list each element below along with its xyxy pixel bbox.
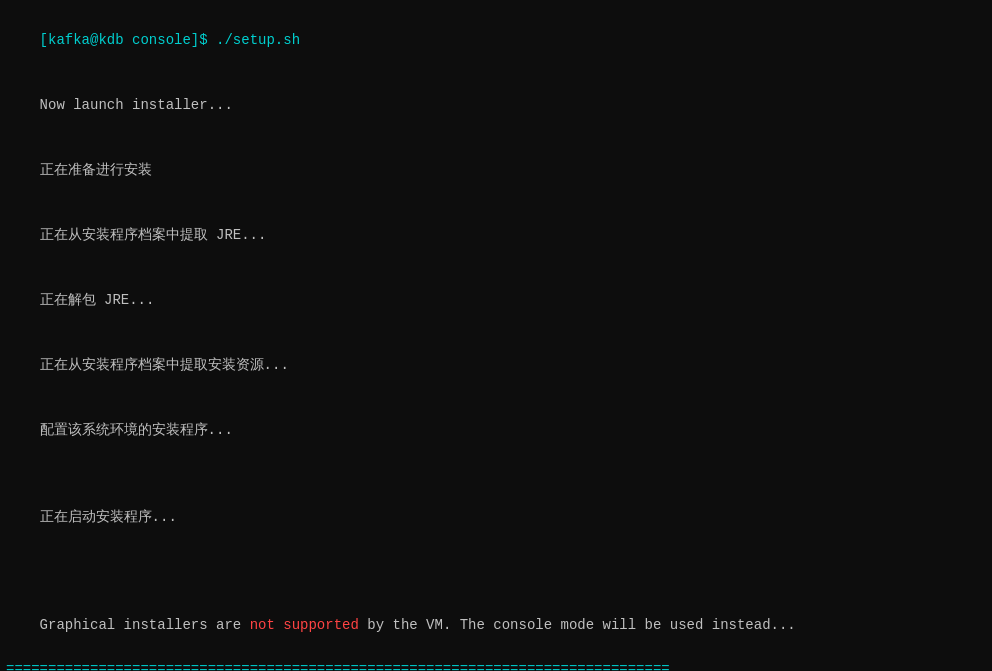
- terminal-line-6: 正在从安装程序档案中提取安装资源...: [6, 333, 986, 398]
- terminal-line-1: [kafka@kdb console]$ ./setup.sh: [6, 8, 986, 73]
- terminal-line-9: 正在启动安装程序...: [6, 485, 986, 550]
- terminal-line-3: 正在准备进行安装: [6, 138, 986, 203]
- terminal-line-5: 正在解包 JRE...: [6, 268, 986, 333]
- terminal-line-7: 配置该系统环境的安装程序...: [6, 398, 986, 463]
- not-supported-text: not supported: [250, 617, 359, 633]
- command-text: [kafka@kdb console]$ ./setup.sh: [40, 32, 300, 48]
- terminal-graphical-line: Graphical installers are not supported b…: [6, 594, 986, 659]
- terminal-line-4: 正在从安装程序档案中提取 JRE...: [6, 203, 986, 268]
- terminal-window: [kafka@kdb console]$ ./setup.sh Now laun…: [0, 0, 992, 671]
- terminal-empty-2: [6, 550, 986, 572]
- terminal-line-2: Now launch installer...: [6, 73, 986, 138]
- terminal-empty-3: [6, 572, 986, 594]
- terminal-empty-1: [6, 463, 986, 485]
- terminal-separator-1: ========================================…: [6, 659, 986, 671]
